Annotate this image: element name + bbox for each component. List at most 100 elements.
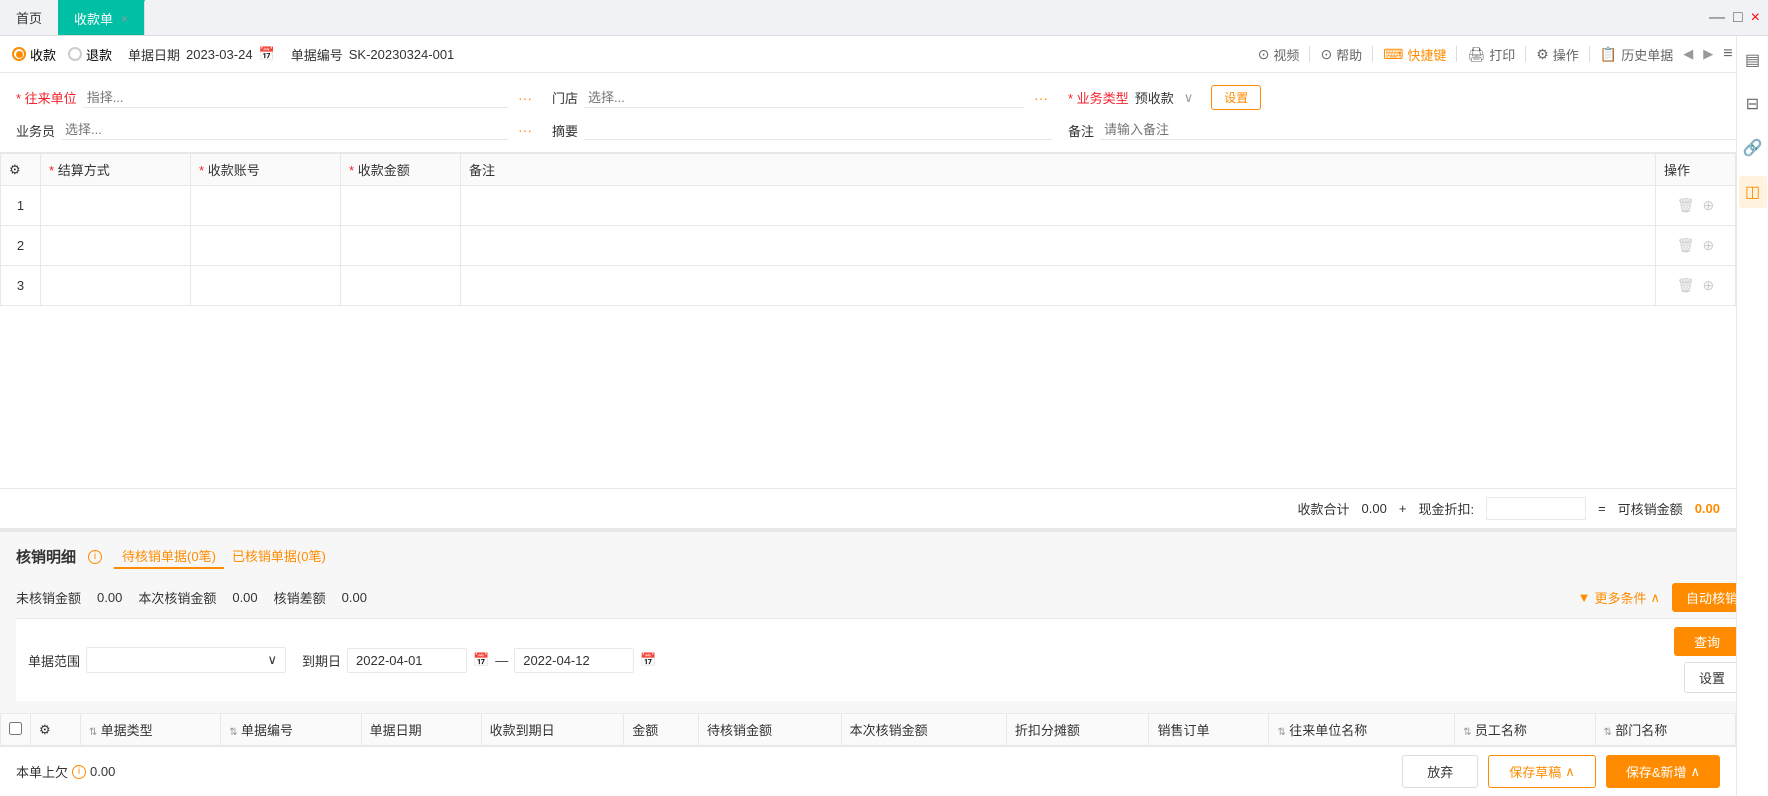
col-gear[interactable]: ⚙ <box>31 714 81 746</box>
row2-amount[interactable] <box>341 226 461 266</box>
verify-section: 核销明细 i 待核销单据(0笔) 已核销单据(0笔) 未核销金额 0.00 本次… <box>0 528 1768 713</box>
prev-icon[interactable]: ◀ <box>1683 46 1693 62</box>
row2-copy-icon[interactable]: ⊕ <box>1703 237 1715 254</box>
row3-account[interactable] <box>191 266 341 306</box>
save-draft-arrow: ∧ <box>1565 764 1575 780</box>
print-btn[interactable]: 🖨 打印 <box>1467 45 1515 64</box>
tab-close-icon[interactable]: × <box>121 12 128 26</box>
filter-setting-button[interactable]: 设置 <box>1684 662 1740 693</box>
row1-remark[interactable] <box>461 186 1656 226</box>
row3-settle[interactable] <box>41 266 191 306</box>
discount-label: 现金折扣: <box>1418 499 1474 518</box>
row3-delete-icon[interactable]: 🗑 <box>1677 277 1695 294</box>
col-amount-header: * 收款金额 <box>341 154 461 186</box>
window-close-icon[interactable]: × <box>1751 9 1760 27</box>
divider2 <box>1372 46 1373 62</box>
help-btn[interactable]: ⊙ 帮助 <box>1320 45 1362 64</box>
col-account-header: * 收款账号 <box>191 154 341 186</box>
date-end-input[interactable] <box>514 648 634 673</box>
operate-icon: ⚙ <box>1536 46 1549 63</box>
window-minimize-icon[interactable]: — <box>1709 9 1725 27</box>
operate-btn[interactable]: ⚙ 操作 <box>1536 45 1579 64</box>
summary-field: 摘要 <box>552 120 1052 140</box>
salesman-input[interactable] <box>61 120 508 140</box>
shortcut-btn[interactable]: ⌨ 快捷键 <box>1383 45 1446 64</box>
bottom-info-icon[interactable]: i <box>72 765 86 779</box>
row1-account[interactable] <box>191 186 341 226</box>
tab-receipt[interactable]: 收款单 × <box>58 0 145 35</box>
history-btn[interactable]: 📋 历史单据 <box>1600 45 1673 64</box>
radio-refund-dot <box>68 47 82 61</box>
sub-col-dept-label: 部门名称 <box>1615 723 1667 738</box>
sort-icon2: ⇅ <box>229 727 237 738</box>
range-field: 单据范围 ∨ <box>28 647 286 673</box>
summary-input[interactable] <box>584 120 1052 140</box>
summary-label: 摘要 <box>552 121 578 140</box>
row1-copy-icon[interactable]: ⊕ <box>1703 197 1715 214</box>
date-field: 到期日 📅 — 📅 <box>302 648 656 673</box>
total-value: 0.00 <box>1362 501 1387 516</box>
sidebar-icon-4[interactable]: ◫ <box>1739 176 1767 208</box>
video-btn[interactable]: ⊙ 视频 <box>1258 45 1300 64</box>
next-icon[interactable]: ▶ <box>1703 46 1713 62</box>
date-start-input[interactable] <box>347 648 467 673</box>
date-label: 到期日 <box>302 651 341 670</box>
row2-settle[interactable] <box>41 226 191 266</box>
sidebar-icon-2[interactable]: ⊟ <box>1746 88 1759 120</box>
sidebar-icon-1[interactable]: ▤ <box>1745 44 1760 76</box>
layout-icon[interactable]: ≡ <box>1723 45 1732 63</box>
counterpart-more-icon[interactable]: ··· <box>514 90 536 106</box>
table-row: 3 🗑 ⊕ <box>1 266 1736 306</box>
date-end-cal-icon[interactable]: 📅 <box>640 652 656 668</box>
sub-col-amount-label: 金额 <box>632 723 658 738</box>
filter-right: 查询 设置 <box>1674 627 1740 693</box>
sub-col-sales: 销售订单 <box>1149 714 1269 746</box>
row3-amount[interactable] <box>341 266 461 306</box>
tab-pending[interactable]: 待核销单据(0笔) <box>114 544 224 569</box>
radio-receipt[interactable]: 收款 <box>12 45 56 64</box>
tab-home[interactable]: 首页 <box>0 0 58 35</box>
settings-button[interactable]: 设置 <box>1211 85 1261 110</box>
business-type-chevron[interactable]: ∨ <box>1184 90 1194 106</box>
discount-input[interactable] <box>1486 497 1586 520</box>
window-maximize-icon[interactable]: □ <box>1733 9 1743 27</box>
filter-icon: ▼ <box>1578 590 1591 605</box>
query-button[interactable]: 查询 <box>1674 627 1740 656</box>
verify-info-icon[interactable]: i <box>88 550 102 564</box>
shop-input[interactable] <box>584 88 1024 108</box>
sub-col-current: 本次核销金额 <box>841 714 1006 746</box>
abandon-button[interactable]: 放弃 <box>1402 755 1478 788</box>
remark-input[interactable] <box>1100 120 1752 140</box>
salesman-more-icon[interactable]: ··· <box>514 122 536 138</box>
sub-gear-icon[interactable]: ⚙ <box>39 722 51 737</box>
sidebar-icon-3[interactable]: 🔗 <box>1743 132 1763 164</box>
save-draft-button[interactable]: 保存草稿 ∧ <box>1488 755 1596 788</box>
checkbox-col[interactable] <box>1 714 31 746</box>
counterpart-input[interactable] <box>83 88 508 108</box>
row2-remark[interactable] <box>461 226 1656 266</box>
row1-delete-icon[interactable]: 🗑 <box>1677 197 1695 214</box>
gear-icon[interactable]: ⚙ <box>9 162 21 177</box>
shop-more-icon[interactable]: ··· <box>1030 90 1052 106</box>
row1-settle[interactable] <box>41 186 191 226</box>
select-all-checkbox[interactable] <box>9 722 22 735</box>
radio-refund[interactable]: 退款 <box>68 45 112 64</box>
row3-action: 🗑 ⊕ <box>1656 266 1736 306</box>
row2-delete-icon[interactable]: 🗑 <box>1677 237 1695 254</box>
settings-col-icon[interactable]: ⚙ <box>1 154 41 186</box>
row3-remark[interactable] <box>461 266 1656 306</box>
sub-col-counterpart: ⇅ 往来单位名称 <box>1269 714 1455 746</box>
form-row-2: 业务员 ··· 摘要 备注 <box>16 120 1752 140</box>
diff-label: 核销差额 <box>274 588 326 607</box>
filter-row: 单据范围 ∨ 到期日 📅 — 📅 查询 设置 <box>16 618 1752 701</box>
range-select[interactable]: ∨ <box>86 647 286 673</box>
more-conditions-btn[interactable]: ▼ 更多条件 ∧ <box>1578 588 1660 607</box>
row2-account[interactable] <box>191 226 341 266</box>
tab-done[interactable]: 已核销单据(0笔) <box>224 544 334 569</box>
date-start-cal-icon[interactable]: 📅 <box>473 652 489 668</box>
save-new-button[interactable]: 保存&新增 ∧ <box>1606 755 1720 788</box>
calendar-icon[interactable]: 📅 <box>259 46 275 62</box>
unverified-value: 0.00 <box>97 590 122 605</box>
row1-amount[interactable] <box>341 186 461 226</box>
row3-copy-icon[interactable]: ⊕ <box>1703 277 1715 294</box>
